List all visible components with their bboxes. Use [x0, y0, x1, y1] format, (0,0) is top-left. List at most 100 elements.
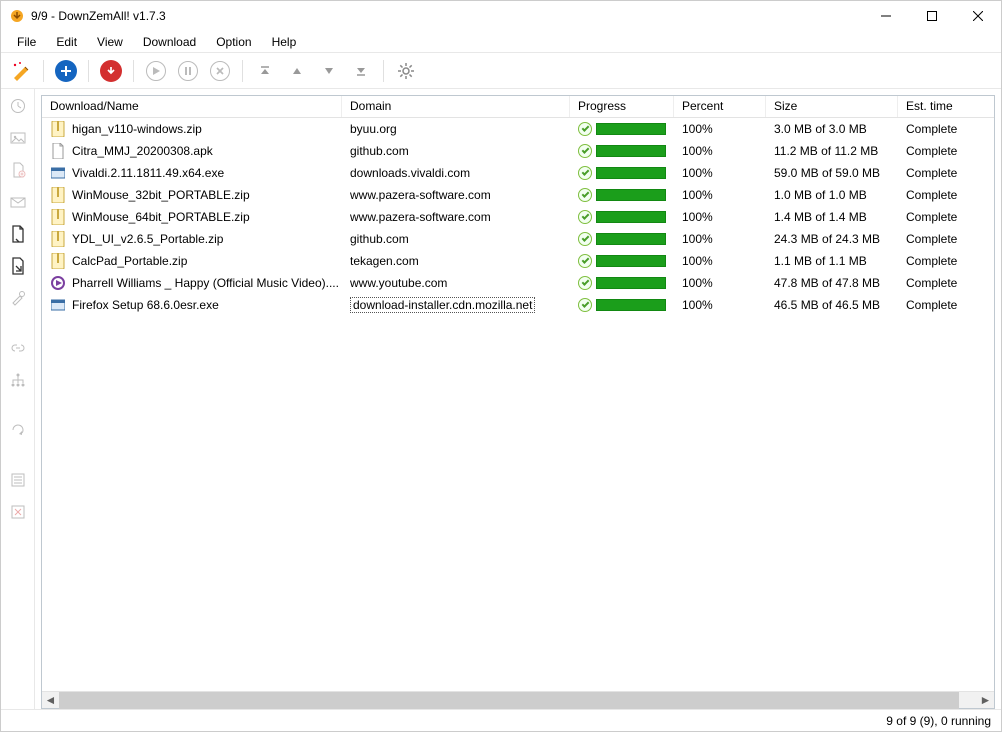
domain-text: byuu.org: [350, 122, 397, 136]
pause-button[interactable]: [174, 57, 202, 85]
table-row[interactable]: higan_v110-windows.zipbyuu.org100%3.0 MB…: [42, 118, 994, 140]
percent-text: 100%: [674, 296, 766, 314]
est-text: Complete: [898, 296, 994, 314]
percent-text: 100%: [674, 230, 766, 248]
scroll-right-icon[interactable]: ►: [977, 692, 994, 709]
col-domain[interactable]: Domain: [342, 96, 570, 117]
menu-file[interactable]: File: [7, 33, 46, 51]
size-text: 46.5 MB of 46.5 MB: [766, 296, 898, 314]
file-name: higan_v110-windows.zip: [72, 122, 202, 136]
move-up-button[interactable]: [283, 57, 311, 85]
check-icon: [578, 254, 592, 268]
maximize-button[interactable]: [909, 1, 955, 31]
menu-help[interactable]: Help: [262, 33, 307, 51]
file-name: WinMouse_32bit_PORTABLE.zip: [72, 188, 250, 202]
progress-bar: [596, 145, 666, 157]
sidebar-delete-icon[interactable]: [7, 501, 29, 523]
file-name: CalcPad_Portable.zip: [72, 254, 187, 268]
toolbar-separator: [242, 60, 243, 82]
status-bar: 9 of 9 (9), 0 running: [1, 709, 1001, 731]
file-icon: [50, 297, 66, 313]
cancel-button[interactable]: [206, 57, 234, 85]
file-icon: [50, 231, 66, 247]
size-text: 47.8 MB of 47.8 MB: [766, 274, 898, 292]
percent-text: 100%: [674, 164, 766, 182]
file-icon: [50, 275, 66, 291]
col-est[interactable]: Est. time: [898, 96, 994, 117]
table-row[interactable]: WinMouse_64bit_PORTABLE.zipwww.pazera-so…: [42, 206, 994, 228]
sidebar-document-icon[interactable]: [7, 223, 29, 245]
progress-bar: [596, 123, 666, 135]
move-bottom-button[interactable]: [347, 57, 375, 85]
menu-download[interactable]: Download: [133, 33, 206, 51]
est-text: Complete: [898, 274, 994, 292]
sidebar-mail-icon[interactable]: [7, 191, 29, 213]
col-name[interactable]: Download/Name: [42, 96, 342, 117]
file-icon: [50, 253, 66, 269]
toolbar-separator: [133, 60, 134, 82]
sidebar-list-icon[interactable]: [7, 469, 29, 491]
progress-bar: [596, 277, 666, 289]
check-icon: [578, 232, 592, 246]
domain-text: downloads.vivaldi.com: [350, 166, 470, 180]
status-text: 9 of 9 (9), 0 running: [886, 714, 991, 728]
add-download-button[interactable]: [52, 57, 80, 85]
scrollbar-thumb[interactable]: [59, 692, 959, 709]
horizontal-scrollbar[interactable]: ◄ ►: [42, 691, 994, 708]
menu-edit[interactable]: Edit: [46, 33, 87, 51]
file-name: Vivaldi.2.11.1811.49.x64.exe: [72, 166, 224, 180]
size-text: 1.1 MB of 1.1 MB: [766, 252, 898, 270]
toolbar-separator: [88, 60, 89, 82]
table-row[interactable]: Firefox Setup 68.6.0esr.exe download-inst…: [42, 294, 994, 316]
table-row[interactable]: WinMouse_32bit_PORTABLE.zipwww.pazera-so…: [42, 184, 994, 206]
est-text: Complete: [898, 208, 994, 226]
sidebar-link-icon[interactable]: [7, 337, 29, 359]
wizard-button[interactable]: [7, 57, 35, 85]
title-bar: 9/9 - DownZemAll! v1.7.3: [1, 1, 1001, 31]
est-text: Complete: [898, 230, 994, 248]
table-row[interactable]: YDL_UI_v2.6.5_Portable.zipgithub.com100%…: [42, 228, 994, 250]
scroll-left-icon[interactable]: ◄: [42, 692, 59, 709]
size-text: 11.2 MB of 11.2 MB: [766, 142, 898, 160]
menu-view[interactable]: View: [87, 33, 133, 51]
size-text: 1.4 MB of 1.4 MB: [766, 208, 898, 226]
menu-option[interactable]: Option: [206, 33, 261, 51]
file-name: Pharrell Williams _ Happy (Official Musi…: [72, 276, 339, 290]
domain-text: github.com: [350, 232, 409, 246]
sidebar-newfile-icon[interactable]: [7, 159, 29, 181]
check-icon: [578, 298, 592, 312]
settings-button[interactable]: [392, 57, 420, 85]
table-row[interactable]: Vivaldi.2.11.1811.49.x64.exe downloads.vi…: [42, 162, 994, 184]
table-row[interactable]: Pharrell Williams _ Happy (Official Musi…: [42, 272, 994, 294]
file-icon: [50, 209, 66, 225]
close-button[interactable]: [955, 1, 1001, 31]
sidebar: [1, 89, 35, 709]
col-size[interactable]: Size: [766, 96, 898, 117]
menu-bar: File Edit View Download Option Help: [1, 31, 1001, 53]
sidebar-clock-icon[interactable]: [7, 95, 29, 117]
resume-button[interactable]: [142, 57, 170, 85]
col-progress[interactable]: Progress: [570, 96, 674, 117]
domain-text: download-installer.cdn.mozilla.net: [350, 297, 535, 313]
progress-bar: [596, 255, 666, 267]
domain-text: www.youtube.com: [350, 276, 447, 290]
progress-bar: [596, 167, 666, 179]
sidebar-image-icon[interactable]: [7, 127, 29, 149]
file-name: Citra_MMJ_20200308.apk: [72, 144, 213, 158]
col-percent[interactable]: Percent: [674, 96, 766, 117]
sidebar-refresh-icon[interactable]: [7, 419, 29, 441]
sidebar-tools-icon[interactable]: [7, 287, 29, 309]
size-text: 24.3 MB of 24.3 MB: [766, 230, 898, 248]
start-download-button[interactable]: [97, 57, 125, 85]
minimize-button[interactable]: [863, 1, 909, 31]
table-row[interactable]: CalcPad_Portable.ziptekagen.com100%1.1 M…: [42, 250, 994, 272]
sidebar-tree-icon[interactable]: [7, 369, 29, 391]
move-top-button[interactable]: [251, 57, 279, 85]
check-icon: [578, 166, 592, 180]
move-down-button[interactable]: [315, 57, 343, 85]
file-icon: [50, 165, 66, 181]
table-row[interactable]: Citra_MMJ_20200308.apkgithub.com100%11.2…: [42, 140, 994, 162]
sidebar-export-icon[interactable]: [7, 255, 29, 277]
check-icon: [578, 144, 592, 158]
file-name: Firefox Setup 68.6.0esr.exe: [72, 298, 219, 312]
